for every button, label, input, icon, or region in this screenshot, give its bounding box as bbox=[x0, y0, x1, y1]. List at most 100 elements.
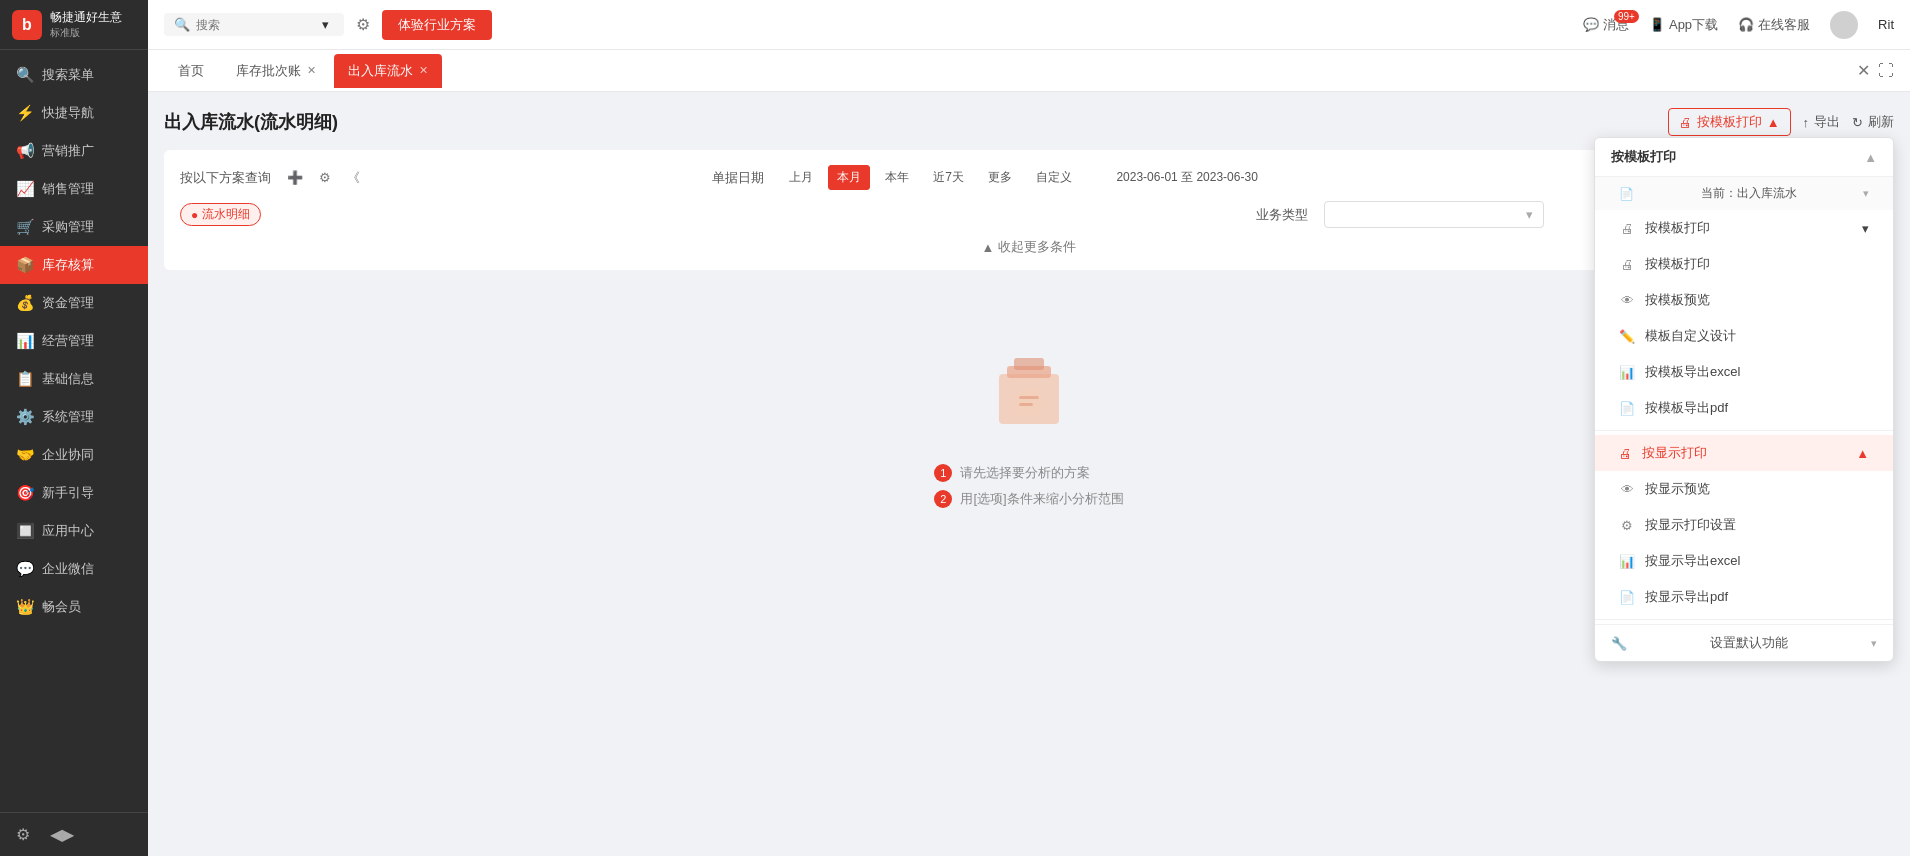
collapse-left-icon[interactable]: 《 bbox=[347, 169, 360, 187]
dropdown-template-item-1[interactable]: 👁按模板预览 bbox=[1595, 282, 1893, 318]
nav-icon-inventory: 📦 bbox=[16, 256, 34, 274]
sidebar-nav: 🔍搜索菜单⚡快捷导航📢营销推广 📈 销售管理 🛒采购管理📦库存核算 💰 资金管理 📊经营管理… bbox=[0, 50, 148, 812]
sidebar-item-finance[interactable]: 💰 资金管理 bbox=[0, 284, 148, 322]
dropdown-display-item-1[interactable]: ⚙按显示打印设置 bbox=[1595, 507, 1893, 543]
online-service-btn[interactable]: 🎧 在线客服 bbox=[1738, 16, 1810, 34]
settings-filter-icon[interactable]: ⚙ bbox=[319, 170, 331, 185]
dropdown-display-item-3[interactable]: 📄按显示导出pdf bbox=[1595, 579, 1893, 615]
tab-close-flow[interactable]: ✕ bbox=[419, 64, 428, 77]
message-badge: 99+ bbox=[1614, 10, 1639, 23]
dropdown-display-item-2[interactable]: 📊 按显示导出excel bbox=[1595, 543, 1893, 579]
business-type-dropdown-icon: ▾ bbox=[1526, 207, 1533, 222]
content-area: 出入库流水(流水明细) 🖨 按模板打印 ▲ ↑ 导出 ↻ 刷新 bbox=[148, 92, 1910, 856]
dropdown-current-label: 📄 当前：出入库流水 ▾ bbox=[1595, 177, 1893, 210]
step1-num: 1 bbox=[934, 464, 952, 482]
app-logo-icon: b bbox=[12, 10, 42, 40]
template-item-icon-3: 📊 bbox=[1619, 364, 1635, 380]
date-label: 单据日期 bbox=[712, 169, 764, 187]
collapse-sidebar-icon[interactable]: ◀▶ bbox=[50, 825, 74, 844]
date-btn-0[interactable]: 上月 bbox=[780, 165, 822, 190]
settings-default-icon: 🔧 bbox=[1611, 636, 1627, 651]
dropdown-display-item-0[interactable]: 👁按显示预览 bbox=[1595, 471, 1893, 507]
date-btn-3[interactable]: 近7天 bbox=[924, 165, 973, 190]
date-range: 2023-06-01 至 2023-06-30 bbox=[1116, 169, 1257, 186]
sidebar-item-marketing[interactable]: 📢营销推广 bbox=[0, 132, 148, 170]
sidebar-item-members[interactable]: 👑畅会员 bbox=[0, 588, 148, 626]
display-print-section-icon: 🖨 bbox=[1619, 446, 1632, 461]
svg-rect-5 bbox=[1019, 403, 1033, 406]
sidebar-item-purchase[interactable]: 🛒采购管理 bbox=[0, 208, 148, 246]
dropdown-display-section-header: 🖨 按显示打印 ▲ bbox=[1595, 435, 1893, 471]
tab-flow[interactable]: 出入库流水✕ bbox=[334, 54, 442, 88]
sidebar-item-collab[interactable]: 🤝 企业协同 bbox=[0, 436, 148, 474]
dropdown-template-item-3[interactable]: 📊按模板导出excel bbox=[1595, 354, 1893, 390]
step2-num: 2 bbox=[934, 490, 952, 508]
sidebar-item-basic[interactable]: 📋基础信息 bbox=[0, 360, 148, 398]
dropdown-footer-btn[interactable]: 🔧 设置默认功能 ▾ bbox=[1595, 624, 1893, 661]
export-btn[interactable]: ↑ 导出 bbox=[1803, 113, 1841, 131]
sidebar-item-system[interactable]: ⚙️系统管理 bbox=[0, 398, 148, 436]
nav-icon-purchase: 🛒 bbox=[16, 218, 34, 236]
refresh-btn[interactable]: ↻ 刷新 bbox=[1852, 113, 1894, 131]
industry-btn[interactable]: 体验行业方案 bbox=[382, 10, 492, 40]
topbar-gear-icon[interactable]: ⚙ bbox=[356, 15, 370, 34]
sidebar-item-sales[interactable]: 📈 销售管理 bbox=[0, 170, 148, 208]
empty-illustration bbox=[979, 344, 1079, 444]
nav-label-basic: 基础信息 bbox=[42, 370, 94, 388]
nav-label-guide: 新手引导 bbox=[42, 484, 94, 502]
expand-tab-icon[interactable]: ⛶ bbox=[1878, 62, 1894, 80]
nav-label-quick-nav: 快捷导航 bbox=[42, 104, 94, 122]
page-actions: 🖨 按模板打印 ▲ ↑ 导出 ↻ 刷新 bbox=[1668, 108, 1894, 136]
display-item-icon-2: 📊 bbox=[1619, 553, 1635, 569]
close-tab-icon[interactable]: ✕ bbox=[1857, 61, 1870, 80]
print-icon: 🖨 bbox=[1679, 115, 1692, 130]
template-item-label-4: 按模板导出pdf bbox=[1645, 399, 1728, 417]
settings-bottom-icon[interactable]: ⚙ bbox=[16, 825, 30, 844]
template-print-btn[interactable]: 🖨 按模板打印 ▲ bbox=[1668, 108, 1791, 136]
dropdown-close-icon[interactable]: ▲ bbox=[1864, 150, 1877, 165]
dropdown-template-item-4[interactable]: 📄按模板导出pdf bbox=[1595, 390, 1893, 426]
date-btn-5[interactable]: 自定义 bbox=[1027, 165, 1081, 190]
nav-icon-marketing: 📢 bbox=[16, 142, 34, 160]
step1-text: 请先选择要分析的方案 bbox=[960, 460, 1090, 486]
display-print-section-label: 按显示打印 bbox=[1642, 444, 1707, 462]
page-header: 出入库流水(流水明细) 🖨 按模板打印 ▲ ↑ 导出 ↻ 刷新 bbox=[164, 108, 1894, 136]
tab-close-batch-account[interactable]: ✕ bbox=[307, 64, 316, 77]
message-btn[interactable]: 💬 消息 99+ bbox=[1583, 16, 1629, 34]
dropdown-title: 按模板打印 bbox=[1611, 148, 1676, 166]
sidebar-item-guide[interactable]: 🎯新手引导 bbox=[0, 474, 148, 512]
search-input[interactable] bbox=[196, 18, 316, 32]
display-item-label-1: 按显示打印设置 bbox=[1645, 516, 1736, 534]
business-type-select[interactable]: ▾ bbox=[1324, 201, 1544, 228]
nav-label-collab: 企业协同 bbox=[42, 446, 94, 464]
nav-icon-members: 👑 bbox=[16, 598, 34, 616]
nav-label-sales: 销售管理 bbox=[42, 180, 94, 198]
nav-icon-search: 🔍 bbox=[16, 66, 34, 84]
nav-icon-sales: 📈 bbox=[16, 180, 34, 198]
sidebar-item-search[interactable]: 🔍搜索菜单 bbox=[0, 56, 148, 94]
topbar-search-box[interactable]: 🔍 ▾ bbox=[164, 13, 344, 36]
template-section-arrow: ▾ bbox=[1862, 221, 1869, 236]
sidebar-item-wechat[interactable]: 💬企业微信 bbox=[0, 550, 148, 588]
nav-icon-collab: 🤝 bbox=[16, 446, 34, 464]
dropdown-template-item-2[interactable]: ✏️模板自定义设计 bbox=[1595, 318, 1893, 354]
dropdown-template-item-0[interactable]: 🖨按模板打印 bbox=[1595, 246, 1893, 282]
user-avatar[interactable] bbox=[1830, 11, 1858, 39]
app-download-btn[interactable]: 📱 App下载 bbox=[1649, 16, 1718, 34]
sidebar-item-inventory[interactable]: 📦库存核算 bbox=[0, 246, 148, 284]
tab-home[interactable]: 首页 bbox=[164, 54, 218, 88]
date-btn-1[interactable]: 本月 bbox=[828, 165, 870, 190]
sidebar-item-apps[interactable]: 🔲应用中心 bbox=[0, 512, 148, 550]
display-item-label-2: 按显示导出excel bbox=[1645, 552, 1740, 570]
sidebar-item-operations[interactable]: 📊经营管理 bbox=[0, 322, 148, 360]
add-filter-icon[interactable]: ➕ bbox=[287, 170, 303, 185]
user-name: Rit bbox=[1878, 17, 1894, 32]
tabs-bar: 首页库存批次账✕出入库流水✕✕⛶ bbox=[148, 50, 1910, 92]
sidebar-item-quick-nav[interactable]: ⚡快捷导航 bbox=[0, 94, 148, 132]
nav-icon-finance: 💰 bbox=[16, 294, 34, 312]
date-btn-4[interactable]: 更多 bbox=[979, 165, 1021, 190]
nav-label-finance: 资金管理 bbox=[42, 294, 94, 312]
date-btn-2[interactable]: 本年 bbox=[876, 165, 918, 190]
display-item-label-3: 按显示导出pdf bbox=[1645, 588, 1728, 606]
tab-batch-account[interactable]: 库存批次账✕ bbox=[222, 54, 330, 88]
